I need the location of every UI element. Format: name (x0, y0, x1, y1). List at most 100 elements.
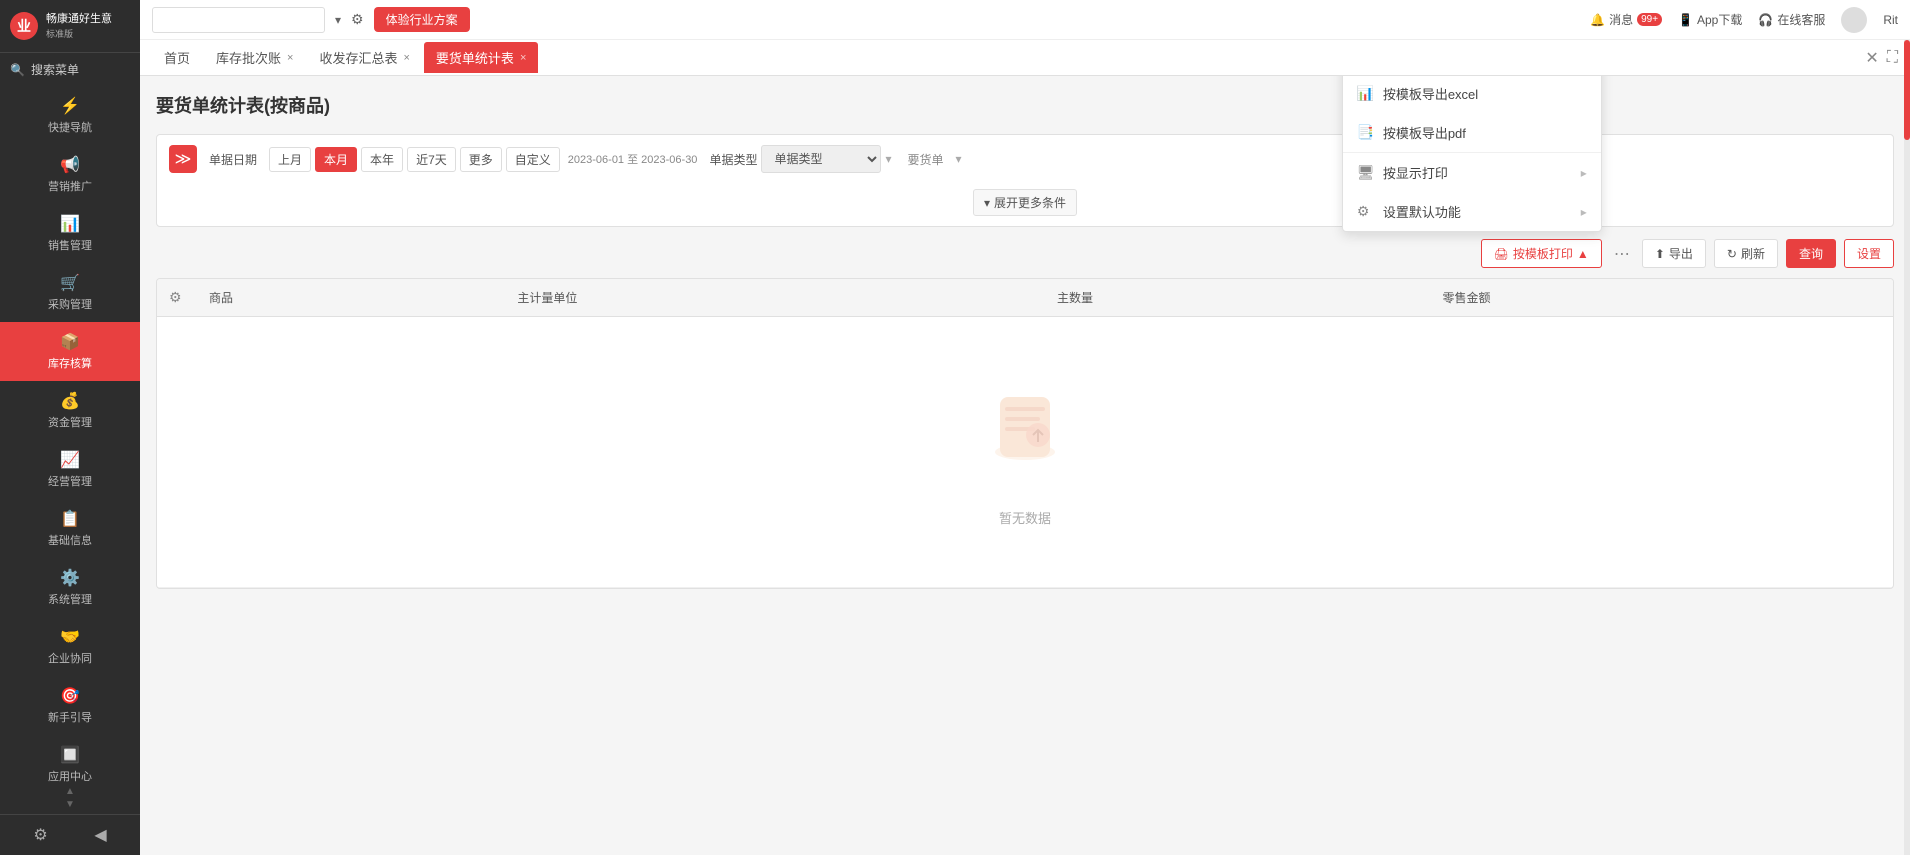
table-row: 暂无数据 (157, 317, 1893, 588)
refresh-button[interactable]: ↻ 刷新 (1714, 239, 1778, 268)
th-product: 商品 (197, 279, 505, 317)
order-type-wrapper: 单据类型 单据类型 ▾ (709, 145, 891, 173)
date-btn-7days[interactable]: 近7天 (407, 147, 456, 172)
filter-expand-button[interactable]: ≫ (169, 145, 197, 173)
expand-down-icon: ▾ (984, 196, 990, 210)
tab-home[interactable]: 首页 (152, 42, 202, 73)
apps-icon: 🔲 (60, 745, 80, 765)
th-retail-amount: 零售金额 (1430, 279, 1893, 317)
print-icon: 🖨 (1494, 247, 1509, 261)
date-btn-last-month[interactable]: 上月 (269, 147, 311, 172)
settings-bottom-icon[interactable]: ⚙ (33, 825, 47, 845)
main-content: ▾ ⚙ 体验行业方案 🔔 消息 99+ 📱 App下载 🎧 在线客服 Rit 首… (140, 0, 1910, 855)
date-btn-custom[interactable]: 自定义 (506, 147, 560, 172)
tab-receivables-summary-close[interactable]: × (403, 52, 409, 64)
sidebar-item-basic[interactable]: 📋 基础信息 (0, 499, 140, 558)
print-dropdown-container: 🖨 按模板打印 ▲ 🖨 按模板打印 ▲ 📄 当前：要 (1481, 239, 1602, 268)
sidebar-item-marketing[interactable]: 📢 营销推广 (0, 145, 140, 204)
scroll-up-arrow[interactable]: ▲ (65, 786, 75, 797)
template-pdf-icon: 📑 (1357, 124, 1373, 141)
sidebar-item-quick-nav[interactable]: ⚡ 快捷导航 (0, 86, 140, 145)
export-icon: ⬆ (1655, 247, 1665, 261)
maximize-window-icon[interactable]: ⛶ (1887, 49, 1898, 67)
username: Rit (1883, 13, 1898, 27)
order-type-label: 单据类型 (709, 151, 757, 168)
date-btn-more[interactable]: 更多 (460, 147, 502, 172)
export-button[interactable]: ⬆ 导出 (1642, 239, 1706, 268)
collab-icon: 🤝 (60, 627, 80, 647)
yaohuodan-label: 要货单 (907, 151, 943, 168)
toolbar-more-icon[interactable]: ⋯ (1610, 244, 1634, 264)
sidebar-item-apps[interactable]: 🔲 应用中心 (0, 735, 140, 782)
logo-text-group: 畅康通好生意 标准版 (46, 12, 112, 39)
search-menu[interactable]: 🔍 搜索菜单 (0, 53, 140, 86)
dropdown-set-default[interactable]: ⚙ 设置默认功能 ▸ (1343, 192, 1601, 231)
th-unit: 主计量单位 (505, 279, 1045, 317)
filter-row-1: ≫ 单据日期 上月 本月 本年 近7天 更多 自定义 2023-06-01 至 … (169, 145, 1881, 173)
export-label: 导出 (1669, 245, 1693, 262)
online-service-label: 在线客服 (1777, 11, 1825, 28)
page-title: 要货单统计表(按商品) (156, 92, 1894, 118)
order-type-select[interactable]: 单据类型 (761, 145, 881, 173)
expand-more-button[interactable]: ▾ 展开更多条件 (973, 189, 1077, 216)
tab-inventory-batch-close[interactable]: × (287, 52, 293, 64)
messages-label: 消息 (1609, 11, 1633, 28)
th-quantity-label: 主数量 (1057, 291, 1093, 305)
sidebar-item-system[interactable]: ⚙️ 系统管理 (0, 558, 140, 617)
finance-label: 资金管理 (48, 414, 92, 430)
th-settings-icon[interactable]: ⚙ (169, 289, 182, 305)
th-settings: ⚙ (157, 279, 197, 317)
refresh-label: 刷新 (1741, 245, 1765, 262)
tab-receivables-summary[interactable]: 收发存汇总表 × (307, 42, 421, 73)
collapse-icon[interactable]: ◀ (94, 825, 106, 845)
sidebar-item-finance[interactable]: 💰 资金管理 (0, 381, 140, 440)
sidebar-item-purchase[interactable]: 🛒 采购管理 (0, 263, 140, 322)
print-dropdown-menu: 🖨 按模板打印 ▲ 📄 当前：要货单统计表 ▸ 🖨 模板打印 (1342, 76, 1602, 232)
date-btn-this-year[interactable]: 本年 (361, 147, 403, 172)
sidebar-item-guide[interactable]: 🎯 新手引导 (0, 676, 140, 735)
guide-icon: 🎯 (60, 686, 80, 706)
set-default-icon: ⚙ (1357, 203, 1373, 220)
topbar-dropdown-arrow[interactable]: ▾ (335, 13, 341, 27)
tab-inventory-batch[interactable]: 库存批次账 × (204, 42, 305, 73)
messages-button[interactable]: 🔔 消息 99+ (1590, 11, 1662, 28)
collab-label: 企业协同 (48, 650, 92, 666)
tab-order-stats-close[interactable]: × (520, 52, 526, 64)
online-service-button[interactable]: 🎧 在线客服 (1758, 11, 1825, 28)
right-scrollbar-track[interactable] (1904, 76, 1910, 855)
print-template-button[interactable]: 🖨 按模板打印 ▲ (1481, 239, 1602, 268)
date-btn-this-month[interactable]: 本月 (315, 147, 357, 172)
empty-state-icon (975, 377, 1075, 496)
sidebar-item-inventory[interactable]: 📦 库存核算 (0, 322, 140, 381)
scroll-down-arrow[interactable]: ▼ (65, 799, 75, 810)
filter-bar: ≫ 单据日期 上月 本月 本年 近7天 更多 自定义 2023-06-01 至 … (156, 134, 1894, 227)
dropdown-template-excel[interactable]: 📊 按模板导出excel (1343, 76, 1601, 113)
sidebar-item-collab[interactable]: 🤝 企业协同 (0, 617, 140, 676)
tab-expand-icon[interactable]: ✕ ⛶ (1865, 48, 1898, 68)
dropdown-display-print[interactable]: 🖥 按显示打印 ▸ (1343, 153, 1601, 192)
app-name: 畅康通好生意 (46, 12, 112, 26)
logo-area: 业 畅康通好生意 标准版 (0, 0, 140, 53)
query-button[interactable]: 查询 (1786, 239, 1836, 268)
sidebar-item-operations[interactable]: 📈 经营管理 (0, 440, 140, 499)
display-print-arrow: ▸ (1581, 166, 1587, 180)
tab-order-stats[interactable]: 要货单统计表 × (424, 42, 538, 73)
sales-label: 销售管理 (48, 237, 92, 253)
dropdown-template-pdf[interactable]: 📑 按模板导出pdf (1343, 113, 1601, 152)
sales-icon: 📊 (60, 214, 80, 234)
settings-button[interactable]: 设置 (1844, 239, 1894, 268)
tabbar: 首页 库存批次账 × 收发存汇总表 × 要货单统计表 × ✕ ⛶ (140, 40, 1910, 76)
right-scrollbar-thumb[interactable] (1904, 76, 1910, 140)
table-header-row: ⚙ 商品 主计量单位 主数量 零售金额 (157, 279, 1893, 317)
display-print-label: 按显示打印 (1383, 163, 1448, 182)
app-download-label: App下载 (1697, 11, 1742, 28)
topbar-search-input[interactable] (152, 7, 325, 33)
topbar-gear-icon[interactable]: ⚙ (351, 11, 364, 28)
close-window-icon[interactable]: ✕ (1865, 48, 1878, 68)
avatar[interactable] (1841, 7, 1867, 33)
logo-icon: 业 (10, 12, 38, 40)
empty-svg (975, 377, 1075, 477)
industry-solution-button[interactable]: 体验行业方案 (374, 7, 470, 32)
sidebar-item-sales[interactable]: 📊 销售管理 (0, 204, 140, 263)
app-download-button[interactable]: 📱 App下载 (1678, 11, 1742, 28)
